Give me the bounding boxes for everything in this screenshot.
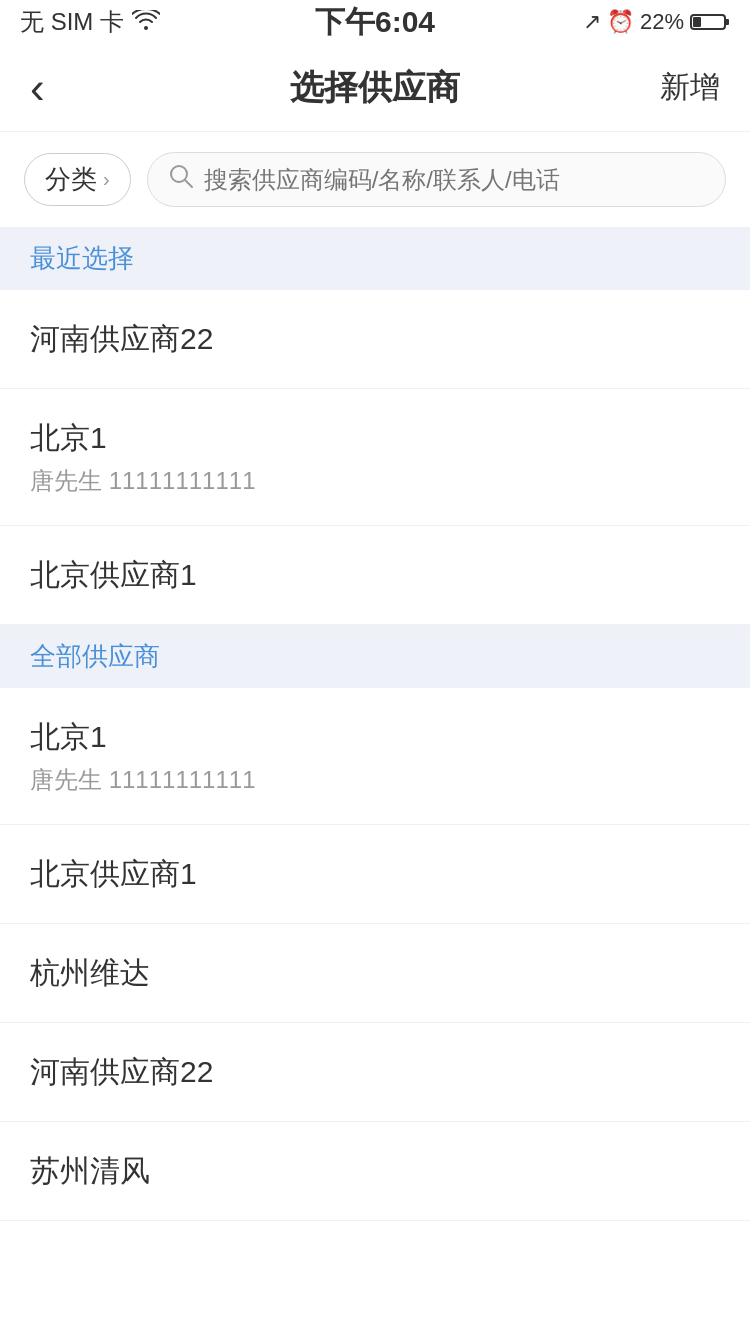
item-name: 北京供应商1 xyxy=(30,853,720,895)
svg-rect-2 xyxy=(693,17,701,27)
back-icon: ‹ xyxy=(30,66,45,110)
back-button[interactable]: ‹ xyxy=(30,66,90,110)
status-right: ↗ ⏰ 22% xyxy=(583,9,730,35)
add-button[interactable]: 新增 xyxy=(660,67,720,108)
battery-icon xyxy=(690,12,730,32)
list-item[interactable]: 北京供应商1 xyxy=(0,825,750,924)
chevron-right-icon: › xyxy=(103,168,110,191)
item-name: 北京供应商1 xyxy=(30,554,720,596)
nav-bar: ‹ 选择供应商 新增 xyxy=(0,44,750,132)
list-item[interactable]: 河南供应商22 xyxy=(0,1023,750,1122)
all-section-header: 全部供应商 xyxy=(0,625,750,688)
list-item[interactable]: 北京供应商1 xyxy=(0,526,750,625)
item-sub: 唐先生 11111111111 xyxy=(30,465,720,497)
item-sub: 唐先生 11111111111 xyxy=(30,764,720,796)
battery-text: 22% xyxy=(640,9,684,35)
search-icon xyxy=(168,163,194,196)
all-list: 北京1 唐先生 11111111111 北京供应商1 杭州维达河南供应商22 苏州清风 xyxy=(0,688,750,1221)
page-title: 选择供应商 xyxy=(290,65,460,111)
recent-section-label: 最近选择 xyxy=(30,243,134,273)
category-label: 分类 xyxy=(45,162,97,197)
search-input[interactable] xyxy=(204,166,705,194)
alarm-icon: ⏰ xyxy=(607,9,634,35)
list-item[interactable]: 北京1 唐先生 11111111111 xyxy=(0,688,750,825)
list-item[interactable]: 杭州维达 xyxy=(0,924,750,1023)
item-name: 北京1 xyxy=(30,417,720,459)
wifi-icon xyxy=(132,8,160,36)
item-name: 北京1 xyxy=(30,716,720,758)
status-left: 无 SIM 卡 xyxy=(20,6,160,38)
category-button[interactable]: 分类 › xyxy=(24,153,131,206)
item-name: 河南供应商22 xyxy=(30,1051,720,1093)
svg-rect-1 xyxy=(725,19,729,25)
status-time: 下午6:04 xyxy=(315,2,435,43)
recent-list: 河南供应商22 北京1 唐先生 11111111111 北京供应商1 xyxy=(0,290,750,625)
location-icon: ↗ xyxy=(583,9,601,35)
filter-bar: 分类 › xyxy=(0,132,750,227)
search-box[interactable] xyxy=(147,152,726,207)
all-section-label: 全部供应商 xyxy=(30,641,160,671)
status-bar: 无 SIM 卡 下午6:04 ↗ ⏰ 22% xyxy=(0,0,750,44)
item-name: 杭州维达 xyxy=(30,952,720,994)
no-sim-text: 无 SIM 卡 xyxy=(20,6,124,38)
list-item[interactable]: 北京1 唐先生 11111111111 xyxy=(0,389,750,526)
item-name: 河南供应商22 xyxy=(30,318,720,360)
list-item[interactable]: 苏州清风 xyxy=(0,1122,750,1221)
svg-line-4 xyxy=(185,180,192,187)
item-name: 苏州清风 xyxy=(30,1150,720,1192)
list-item[interactable]: 河南供应商22 xyxy=(0,290,750,389)
recent-section-header: 最近选择 xyxy=(0,227,750,290)
